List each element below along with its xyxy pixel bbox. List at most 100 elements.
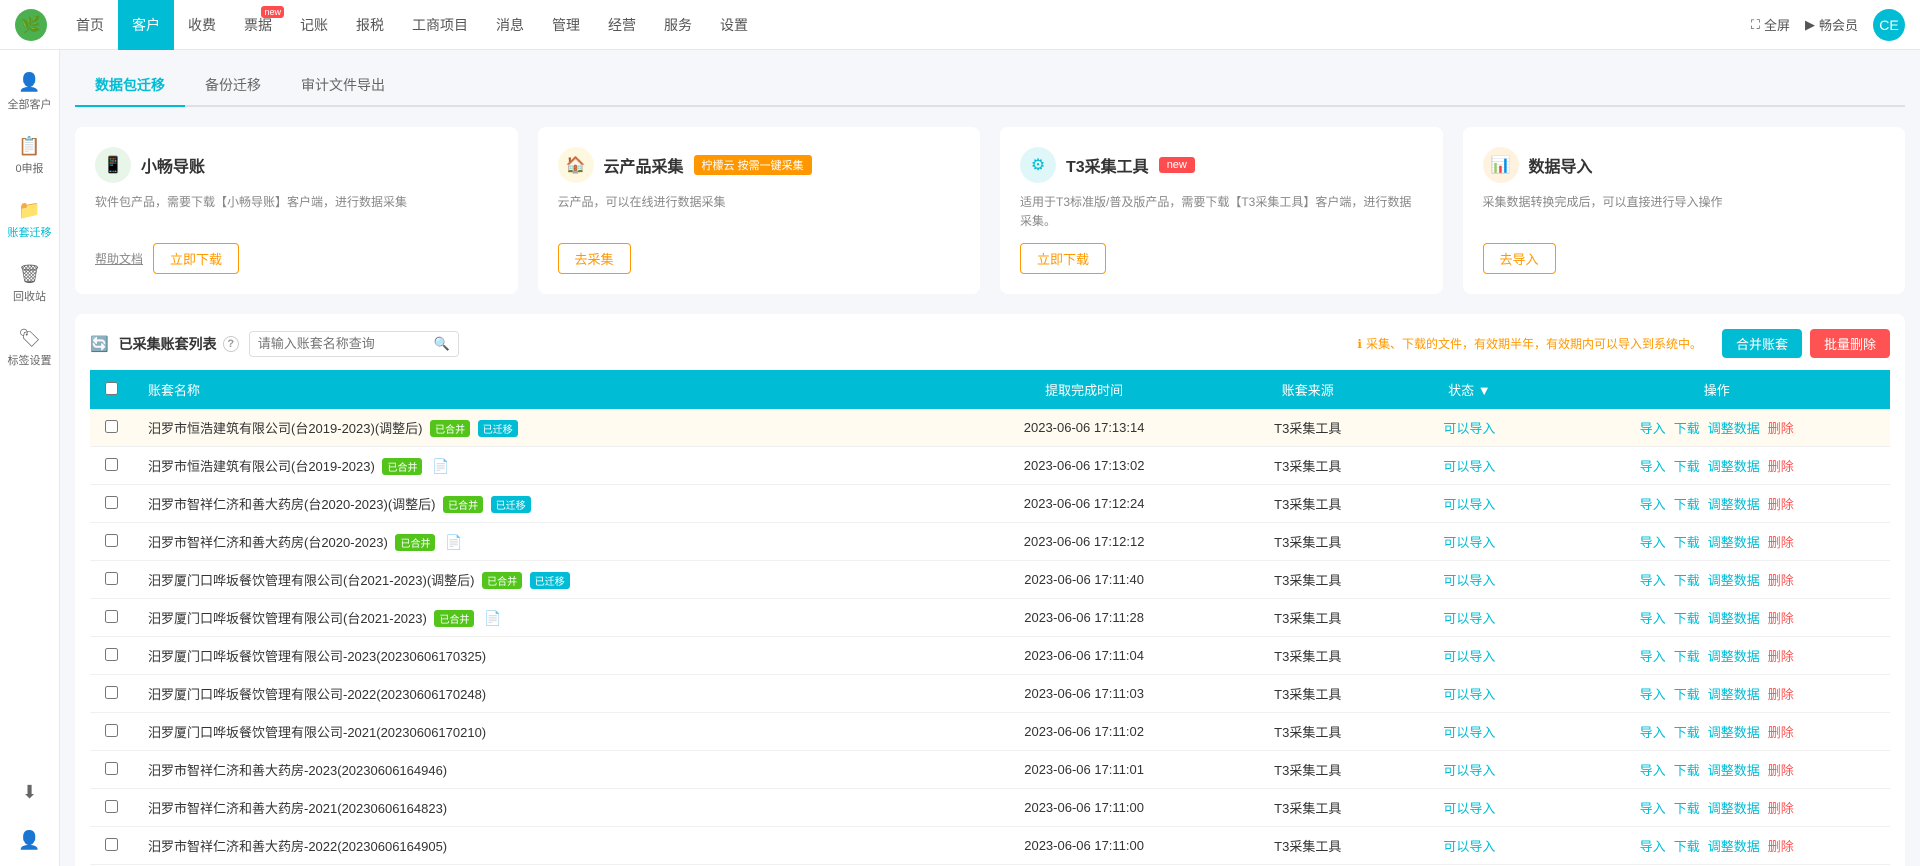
action-删除[interactable]: 删除 bbox=[1768, 839, 1794, 854]
action-调整数据[interactable]: 调整数据 bbox=[1708, 421, 1760, 436]
action-下载[interactable]: 下载 bbox=[1674, 763, 1700, 778]
fullscreen-button[interactable]: ⛶ 全屏 bbox=[1751, 15, 1790, 34]
card1-help-link[interactable]: 帮助文档 bbox=[95, 250, 143, 267]
avatar[interactable]: CE bbox=[1873, 9, 1905, 41]
vip-button[interactable]: ▶ 畅会员 bbox=[1805, 15, 1858, 34]
sidebar-item-all-clients[interactable]: 👤 全部客户 bbox=[0, 60, 59, 124]
action-删除[interactable]: 删除 bbox=[1768, 611, 1794, 626]
search-input[interactable] bbox=[258, 336, 434, 351]
action-下载[interactable]: 下载 bbox=[1674, 573, 1700, 588]
action-下载[interactable]: 下载 bbox=[1674, 801, 1700, 816]
action-调整数据[interactable]: 调整数据 bbox=[1708, 649, 1760, 664]
th-status[interactable]: 状态 ▼ bbox=[1395, 370, 1543, 409]
action-导入[interactable]: 导入 bbox=[1640, 535, 1666, 550]
row-checkbox[interactable] bbox=[105, 610, 118, 623]
row-checkbox[interactable] bbox=[105, 420, 118, 433]
action-删除[interactable]: 删除 bbox=[1768, 801, 1794, 816]
tab-backup-migration[interactable]: 备份迁移 bbox=[185, 65, 281, 107]
row-checkbox[interactable] bbox=[105, 572, 118, 585]
nav-item-message[interactable]: 消息 bbox=[482, 0, 538, 50]
file-icon[interactable]: 📄 bbox=[484, 610, 501, 627]
action-导入[interactable]: 导入 bbox=[1640, 763, 1666, 778]
file-icon[interactable]: 📄 bbox=[445, 534, 462, 551]
list-help-icon[interactable]: ? bbox=[223, 336, 239, 352]
action-下载[interactable]: 下载 bbox=[1674, 421, 1700, 436]
row-checkbox[interactable] bbox=[105, 496, 118, 509]
batch-delete-button[interactable]: 批量删除 bbox=[1810, 329, 1890, 358]
merge-button[interactable]: 合并账套 bbox=[1722, 329, 1802, 358]
action-下载[interactable]: 下载 bbox=[1674, 459, 1700, 474]
sidebar-item-recycle[interactable]: 🗑 回收站 bbox=[0, 252, 59, 316]
action-删除[interactable]: 删除 bbox=[1768, 649, 1794, 664]
action-下载[interactable]: 下载 bbox=[1674, 725, 1700, 740]
action-下载[interactable]: 下载 bbox=[1674, 535, 1700, 550]
nav-item-fee[interactable]: 收费 bbox=[174, 0, 230, 50]
nav-item-manage[interactable]: 管理 bbox=[538, 0, 594, 50]
action-下载[interactable]: 下载 bbox=[1674, 687, 1700, 702]
nav-item-operate[interactable]: 经营 bbox=[594, 0, 650, 50]
action-导入[interactable]: 导入 bbox=[1640, 421, 1666, 436]
row-checkbox[interactable] bbox=[105, 800, 118, 813]
action-导入[interactable]: 导入 bbox=[1640, 839, 1666, 854]
nav-item-tax[interactable]: 报税 bbox=[342, 0, 398, 50]
nav-item-business[interactable]: 工商项目 bbox=[398, 0, 482, 50]
action-下载[interactable]: 下载 bbox=[1674, 839, 1700, 854]
action-删除[interactable]: 删除 bbox=[1768, 535, 1794, 550]
action-调整数据[interactable]: 调整数据 bbox=[1708, 611, 1760, 626]
refresh-icon[interactable]: 🔄 bbox=[90, 335, 109, 353]
app-logo[interactable]: 🌿 bbox=[15, 9, 47, 41]
action-删除[interactable]: 删除 bbox=[1768, 459, 1794, 474]
action-下载[interactable]: 下载 bbox=[1674, 611, 1700, 626]
action-删除[interactable]: 删除 bbox=[1768, 725, 1794, 740]
action-删除[interactable]: 删除 bbox=[1768, 497, 1794, 512]
action-导入[interactable]: 导入 bbox=[1640, 725, 1666, 740]
tab-data-migration[interactable]: 数据包迁移 bbox=[75, 65, 185, 107]
sidebar-item-zero-report[interactable]: 📋 0申报 bbox=[0, 124, 59, 188]
row-checkbox[interactable] bbox=[105, 648, 118, 661]
action-删除[interactable]: 删除 bbox=[1768, 421, 1794, 436]
action-调整数据[interactable]: 调整数据 bbox=[1708, 687, 1760, 702]
action-调整数据[interactable]: 调整数据 bbox=[1708, 839, 1760, 854]
row-checkbox[interactable] bbox=[105, 762, 118, 775]
action-删除[interactable]: 删除 bbox=[1768, 573, 1794, 588]
action-下载[interactable]: 下载 bbox=[1674, 649, 1700, 664]
card4-import-button[interactable]: 去导入 bbox=[1483, 243, 1556, 274]
card1-download-button[interactable]: 立即下载 bbox=[153, 243, 239, 274]
sidebar-item-tag-settings[interactable]: 🏷 标签设置 bbox=[0, 316, 59, 380]
sidebar-user-button[interactable]: 👤 bbox=[13, 818, 45, 866]
nav-item-client[interactable]: 客户 bbox=[118, 0, 174, 50]
card2-collect-button[interactable]: 去采集 bbox=[558, 243, 631, 274]
action-调整数据[interactable]: 调整数据 bbox=[1708, 801, 1760, 816]
select-all-checkbox[interactable] bbox=[105, 382, 118, 395]
row-checkbox[interactable] bbox=[105, 458, 118, 471]
nav-item-bill[interactable]: 票据 new bbox=[230, 0, 286, 50]
nav-item-bookkeeping[interactable]: 记账 bbox=[286, 0, 342, 50]
nav-item-settings[interactable]: 设置 bbox=[706, 0, 762, 50]
file-icon[interactable]: 📄 bbox=[432, 458, 449, 475]
action-调整数据[interactable]: 调整数据 bbox=[1708, 459, 1760, 474]
tab-audit-export[interactable]: 审计文件导出 bbox=[281, 65, 405, 107]
row-checkbox[interactable] bbox=[105, 534, 118, 547]
search-icon[interactable]: 🔍 bbox=[434, 336, 450, 352]
action-下载[interactable]: 下载 bbox=[1674, 497, 1700, 512]
sidebar-download-button[interactable]: ⬇ bbox=[13, 770, 45, 818]
row-checkbox[interactable] bbox=[105, 686, 118, 699]
action-删除[interactable]: 删除 bbox=[1768, 687, 1794, 702]
action-调整数据[interactable]: 调整数据 bbox=[1708, 573, 1760, 588]
action-调整数据[interactable]: 调整数据 bbox=[1708, 497, 1760, 512]
action-删除[interactable]: 删除 bbox=[1768, 763, 1794, 778]
action-导入[interactable]: 导入 bbox=[1640, 459, 1666, 474]
row-checkbox[interactable] bbox=[105, 724, 118, 737]
action-导入[interactable]: 导入 bbox=[1640, 801, 1666, 816]
action-导入[interactable]: 导入 bbox=[1640, 611, 1666, 626]
action-导入[interactable]: 导入 bbox=[1640, 687, 1666, 702]
row-checkbox[interactable] bbox=[105, 838, 118, 851]
action-导入[interactable]: 导入 bbox=[1640, 497, 1666, 512]
action-导入[interactable]: 导入 bbox=[1640, 649, 1666, 664]
card3-download-button[interactable]: 立即下载 bbox=[1020, 243, 1106, 274]
action-调整数据[interactable]: 调整数据 bbox=[1708, 725, 1760, 740]
action-调整数据[interactable]: 调整数据 bbox=[1708, 763, 1760, 778]
sidebar-item-account-migration[interactable]: 📁 账套迁移 bbox=[0, 188, 59, 252]
action-调整数据[interactable]: 调整数据 bbox=[1708, 535, 1760, 550]
nav-item-service[interactable]: 服务 bbox=[650, 0, 706, 50]
